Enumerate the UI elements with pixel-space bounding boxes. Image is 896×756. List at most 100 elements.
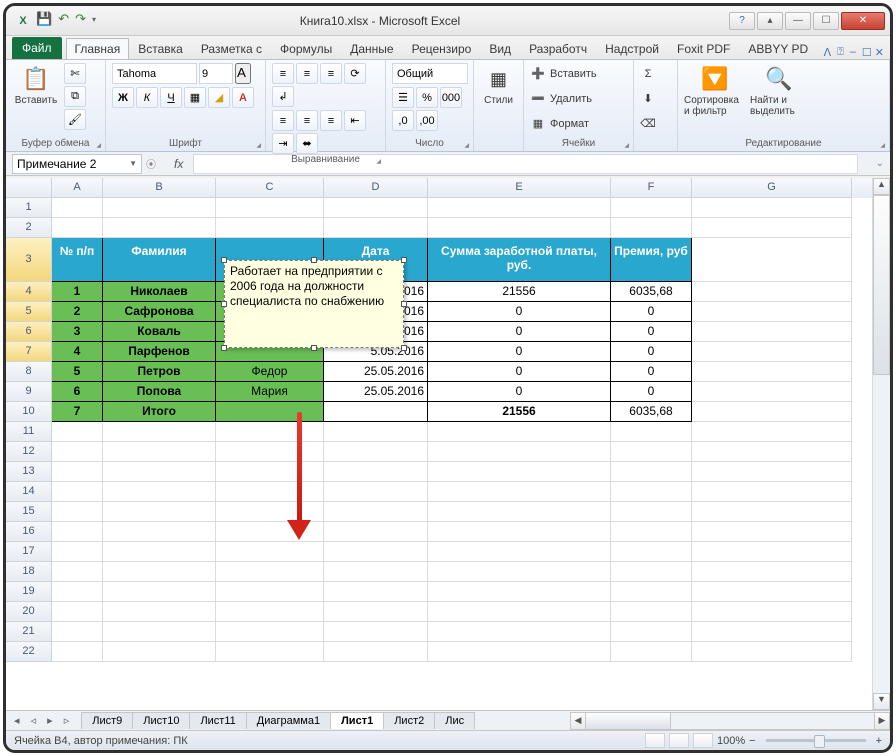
sort-filter-button[interactable]: 🔽Сортировка и фильтр bbox=[684, 63, 746, 117]
autosum-button[interactable]: Σ bbox=[640, 63, 656, 84]
row-20[interactable]: 20 bbox=[6, 602, 52, 622]
resize-handle[interactable] bbox=[221, 345, 227, 351]
clear-button[interactable]: ⌫ bbox=[640, 113, 656, 134]
view-break-button[interactable] bbox=[693, 733, 713, 748]
row-2[interactable]: 2 bbox=[6, 218, 52, 238]
close-button[interactable]: ✕ bbox=[841, 12, 885, 30]
tab-view[interactable]: Вид bbox=[480, 38, 520, 59]
sheet-tab-active[interactable]: Лист1 bbox=[330, 712, 384, 729]
grow-font-button[interactable]: A bbox=[235, 63, 251, 84]
underline-button[interactable]: Ч bbox=[160, 87, 182, 108]
tab-foxit[interactable]: Foxit PDF bbox=[668, 38, 739, 59]
align-top-button[interactable]: ≡ bbox=[272, 63, 294, 84]
row-8[interactable]: 8 bbox=[6, 362, 52, 382]
name-box[interactable]: Примечание 2▼ bbox=[12, 154, 142, 174]
col-C[interactable]: C bbox=[216, 178, 324, 198]
fill-color-button[interactable]: ◢ bbox=[208, 87, 230, 108]
col-F[interactable]: F bbox=[611, 178, 692, 198]
row-9[interactable]: 9 bbox=[6, 382, 52, 402]
row-15[interactable]: 15 bbox=[6, 502, 52, 522]
row-12[interactable]: 12 bbox=[6, 442, 52, 462]
zoom-slider[interactable] bbox=[766, 739, 866, 742]
vertical-scrollbar[interactable]: ▲ ▼ bbox=[872, 178, 890, 710]
row-4[interactable]: 4 bbox=[6, 282, 52, 302]
titlebar[interactable]: X 💾 ↶ ↷ ▾ Книга10.xlsx - Microsoft Excel… bbox=[6, 6, 890, 36]
indent-dec-button[interactable]: ⇤ bbox=[344, 110, 366, 131]
row-3[interactable]: 3 bbox=[6, 238, 52, 282]
row-11[interactable]: 11 bbox=[6, 422, 52, 442]
comment-box[interactable]: Работает на предприятии с 2006 года на д… bbox=[224, 260, 404, 348]
fx-label[interactable]: fx bbox=[174, 157, 183, 171]
zoom-in-button[interactable]: + bbox=[876, 735, 882, 747]
resize-handle[interactable] bbox=[401, 345, 407, 351]
save-icon[interactable]: 💾 bbox=[36, 11, 52, 27]
row-14[interactable]: 14 bbox=[6, 482, 52, 502]
cut-button[interactable]: ✄ bbox=[64, 63, 86, 84]
align-right-button[interactable]: ≡ bbox=[320, 110, 342, 131]
col-G[interactable]: G bbox=[692, 178, 852, 198]
view-layout-button[interactable] bbox=[669, 733, 689, 748]
wrap-button[interactable]: ↲ bbox=[272, 86, 294, 107]
tab-addin[interactable]: Надстрой bbox=[596, 38, 668, 59]
resize-handle[interactable] bbox=[401, 301, 407, 307]
comma-button[interactable]: 000 bbox=[440, 87, 462, 108]
tab-review[interactable]: Рецензиро bbox=[403, 38, 481, 59]
sheet-tab[interactable]: Лис bbox=[434, 712, 475, 729]
font-name-input[interactable] bbox=[112, 63, 197, 84]
zoom-out-button[interactable]: − bbox=[749, 735, 755, 747]
italic-button[interactable]: К bbox=[136, 87, 158, 108]
styles-button[interactable]: ▦Стили bbox=[480, 63, 517, 106]
ribbon-help-icon[interactable]: ⍰ bbox=[837, 46, 844, 59]
merge-button[interactable]: ⬌ bbox=[296, 133, 318, 154]
minimize-button[interactable]: — bbox=[785, 12, 811, 30]
ribbon-collapse-icon[interactable]: – bbox=[850, 46, 856, 59]
col-A[interactable]: A bbox=[52, 178, 103, 198]
bold-button[interactable]: Ж bbox=[112, 87, 134, 108]
redo-icon[interactable]: ↷ bbox=[75, 11, 86, 27]
percent-button[interactable]: % bbox=[416, 87, 438, 108]
copy-button[interactable]: ⧉ bbox=[64, 86, 86, 107]
tab-abbyy[interactable]: ABBYY PD bbox=[739, 38, 817, 59]
resize-handle[interactable] bbox=[401, 257, 407, 263]
sheet-tabs[interactable]: ◂ ◃ ▸ ▹ Лист9 Лист10 Лист11 Диаграмма1 Л… bbox=[6, 710, 890, 730]
fill-button[interactable]: ⬇ bbox=[640, 88, 656, 109]
indent-inc-button[interactable]: ⇥ bbox=[272, 133, 294, 154]
col-B[interactable]: B bbox=[103, 178, 216, 198]
orientation-button[interactable]: ⟳ bbox=[344, 63, 366, 84]
cells-area[interactable]: 1 2 3№ п/пФамилияДатаСумма заработной пл… bbox=[6, 198, 890, 662]
align-mid-button[interactable]: ≡ bbox=[296, 63, 318, 84]
row-13[interactable]: 13 bbox=[6, 462, 52, 482]
border-button[interactable]: ▦ bbox=[184, 87, 206, 108]
resize-handle[interactable] bbox=[311, 345, 317, 351]
sheet-tab[interactable]: Лист9 bbox=[81, 712, 133, 729]
ribbon-min-icon[interactable]: ᐱ bbox=[824, 46, 832, 59]
col-E[interactable]: E bbox=[428, 178, 611, 198]
view-normal-button[interactable] bbox=[645, 733, 665, 748]
scroll-right-button[interactable]: ▶ bbox=[874, 712, 890, 730]
column-headers[interactable]: A B C D E F G bbox=[6, 178, 890, 198]
sheet-tab[interactable]: Лист10 bbox=[132, 712, 190, 729]
scroll-down-button[interactable]: ▼ bbox=[873, 693, 890, 710]
align-center-button[interactable]: ≡ bbox=[296, 110, 318, 131]
row-6[interactable]: 6 bbox=[6, 322, 52, 342]
resize-handle[interactable] bbox=[221, 301, 227, 307]
tab-formulas[interactable]: Формулы bbox=[271, 38, 341, 59]
sheet-tab[interactable]: Лист2 bbox=[383, 712, 435, 729]
row-17[interactable]: 17 bbox=[6, 542, 52, 562]
number-format-input[interactable] bbox=[392, 63, 468, 84]
grid[interactable]: A B C D E F G 1 2 3№ п/пФамилияДатаСумма… bbox=[6, 178, 890, 710]
sheet-nav[interactable]: ◂ ◃ ▸ ▹ bbox=[6, 714, 81, 727]
row-7[interactable]: 7 bbox=[6, 342, 52, 362]
tab-home[interactable]: Главная bbox=[66, 38, 130, 59]
font-size-input[interactable] bbox=[199, 63, 233, 84]
cells-delete-button[interactable]: ➖Удалить bbox=[530, 88, 592, 109]
row-5[interactable]: 5 bbox=[6, 302, 52, 322]
namebox-more-icon[interactable]: ⦿ bbox=[146, 156, 156, 171]
tab-data[interactable]: Данные bbox=[341, 38, 402, 59]
row-22[interactable]: 22 bbox=[6, 642, 52, 662]
currency-button[interactable]: ☰ bbox=[392, 87, 414, 108]
qat-more-icon[interactable]: ▾ bbox=[92, 15, 96, 24]
row-16[interactable]: 16 bbox=[6, 522, 52, 542]
paste-button[interactable]: 📋 Вставить bbox=[12, 63, 60, 106]
scroll-up-button[interactable]: ▲ bbox=[873, 178, 890, 195]
